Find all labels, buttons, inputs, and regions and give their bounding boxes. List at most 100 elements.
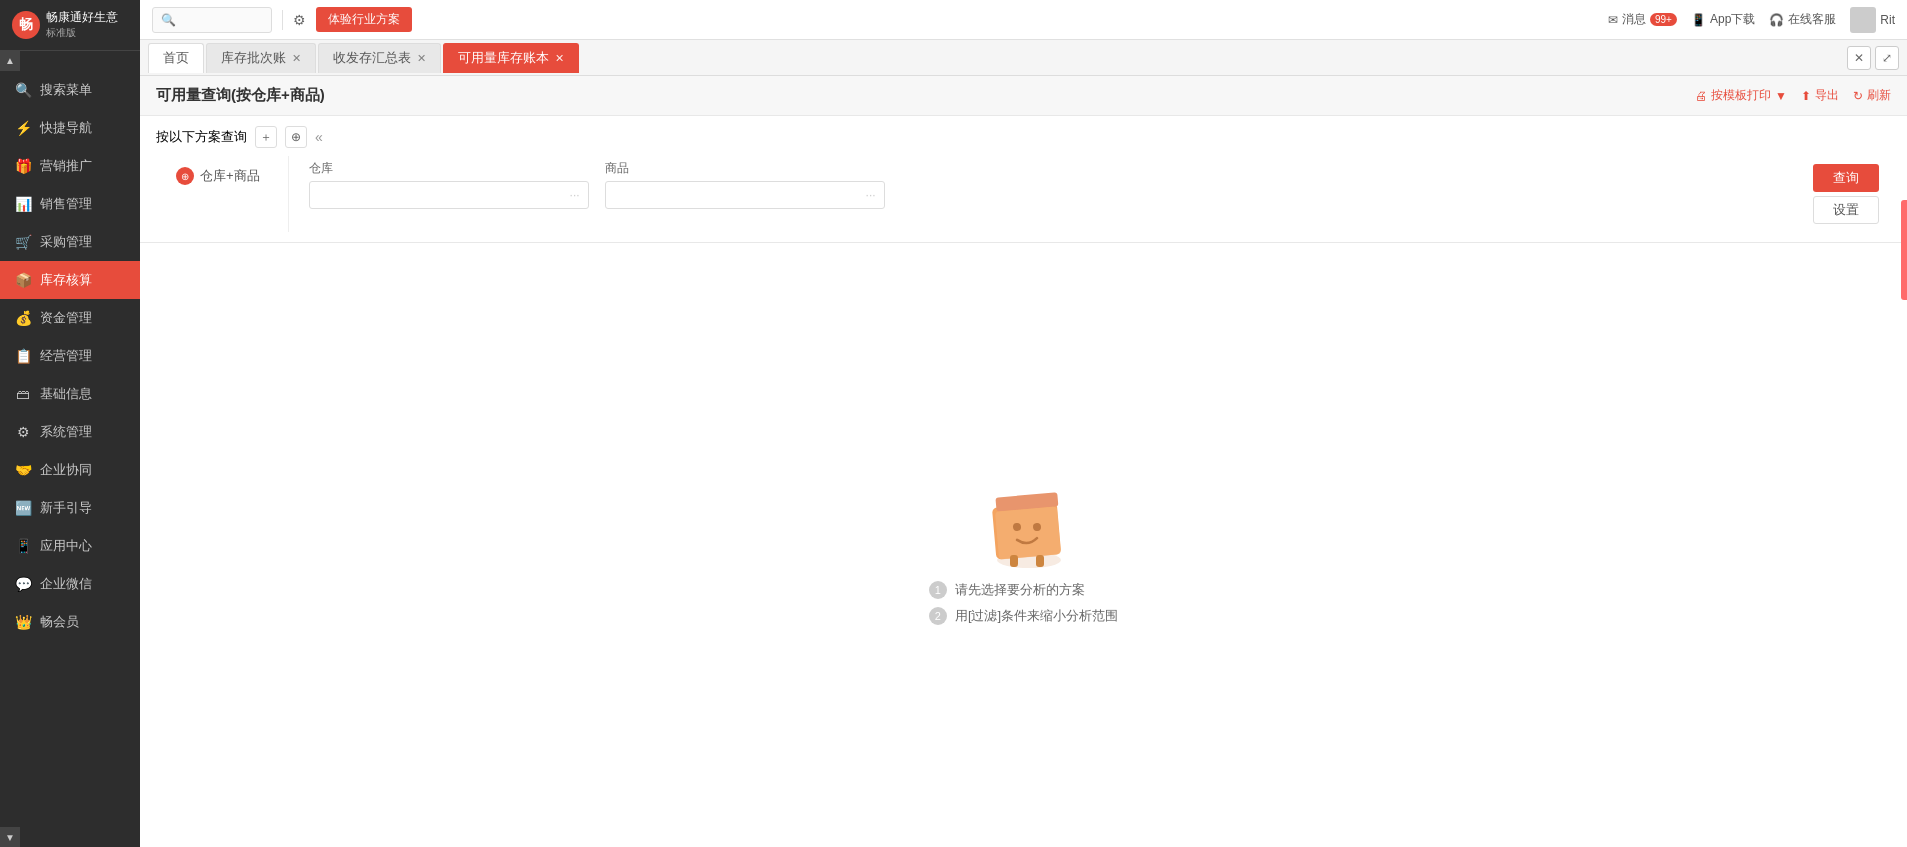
empty-tip-1: 1 请先选择要分析的方案 <box>929 581 1118 599</box>
shortcut-icon: ⚡ <box>14 120 32 136</box>
finance-icon: 💰 <box>14 310 32 326</box>
online-service-item[interactable]: 🎧 在线客服 <box>1769 11 1836 28</box>
scheme-label: 仓库+商品 <box>200 167 260 185</box>
purchase-icon: 🛒 <box>14 234 32 250</box>
message-label: 消息 <box>1622 11 1646 28</box>
app-download-item[interactable]: 📱 App下载 <box>1691 11 1755 28</box>
page-title: 可用量查询(按仓库+商品) <box>156 86 325 105</box>
message-icon: ✉ <box>1608 13 1618 27</box>
sidebar-item-search[interactable]: 🔍 搜索菜单 <box>0 71 140 109</box>
empty-svg <box>974 465 1084 575</box>
tab-receipt-summary-label: 收发存汇总表 <box>333 49 411 67</box>
sidebar-item-purchase[interactable]: 🛒 采购管理 <box>0 223 140 261</box>
sidebar-item-enterprise[interactable]: 🤝 企业协同 <box>0 451 140 489</box>
tip-num-2: 2 <box>929 607 947 625</box>
service-icon: 🎧 <box>1769 13 1784 27</box>
svg-rect-7 <box>1036 555 1044 567</box>
topbar-right-actions: ✉ 消息 99+ 📱 App下载 🎧 在线客服 Rit <box>1608 7 1895 33</box>
sidebar-item-system[interactable]: ⚙ 系统管理 <box>0 413 140 451</box>
inventory-icon: 📦 <box>14 272 32 288</box>
tab-batch-ledger[interactable]: 库存批次账 ✕ <box>206 43 316 73</box>
gear-icon[interactable]: ⚙ <box>293 12 306 28</box>
svg-rect-6 <box>1010 555 1018 567</box>
tab-available-ledger-label: 可用量库存账本 <box>458 49 549 67</box>
query-header: 按以下方案查询 ＋ ⊕ « <box>156 126 1891 148</box>
sidebar: 畅 畅康通好生意 标准版 ▲ 🔍 搜索菜单 ⚡ 快捷导航 🎁 营销推广 <box>0 0 140 847</box>
add-scheme-button[interactable]: ＋ <box>255 126 277 148</box>
tip-num-1: 1 <box>929 581 947 599</box>
scroll-up-btn[interactable]: ▲ <box>0 51 20 71</box>
product-more-icon[interactable]: ··· <box>866 188 876 202</box>
logo-icon: 畅 <box>12 11 40 39</box>
refresh-icon: ↻ <box>1853 89 1863 103</box>
query-header-label: 按以下方案查询 <box>156 128 247 146</box>
sidebar-item-finance[interactable]: 💰 资金管理 <box>0 299 140 337</box>
tab-available-ledger[interactable]: 可用量库存账本 ✕ <box>443 43 579 73</box>
sidebar-item-basic[interactable]: 🗃 基础信息 <box>0 375 140 413</box>
message-badge: 99+ <box>1650 13 1677 26</box>
tab-batch-ledger-label: 库存批次账 <box>221 49 286 67</box>
scroll-down-btn[interactable]: ▼ <box>0 827 20 847</box>
scheme-item-warehouse-product[interactable]: ⊕ 仓库+商品 <box>168 162 268 190</box>
warehouse-filter-field: 仓库 ··· <box>309 160 589 209</box>
tab-batch-ledger-close[interactable]: ✕ <box>292 52 301 65</box>
message-item[interactable]: ✉ 消息 99+ <box>1608 11 1677 28</box>
sidebar-item-operations[interactable]: 📋 经营管理 <box>0 337 140 375</box>
svg-rect-3 <box>995 506 1061 559</box>
tab-available-ledger-close[interactable]: ✕ <box>555 52 564 65</box>
warehouse-more-icon[interactable]: ··· <box>570 188 580 202</box>
product-input[interactable] <box>614 188 862 202</box>
empty-state: 1 请先选择要分析的方案 2 用[过滤]条件来缩小分析范围 <box>140 243 1907 847</box>
tab-right-buttons: ✕ ⤢ <box>1847 46 1899 70</box>
promo-button[interactable]: 体验行业方案 <box>316 7 412 32</box>
topbar-search-box[interactable]: 🔍 <box>152 7 272 33</box>
settings-button[interactable]: 设置 <box>1813 196 1879 224</box>
query-right-panel: 仓库 ··· 商品 ··· <box>297 156 1891 232</box>
export-icon: ⬆ <box>1801 89 1811 103</box>
tab-home[interactable]: 首页 <box>148 43 204 73</box>
operations-icon: 📋 <box>14 348 32 364</box>
sidebar-item-inventory[interactable]: 📦 库存核算 <box>0 261 140 299</box>
expand-tab-button[interactable]: ⤢ <box>1875 46 1899 70</box>
query-button-area: 查询 设置 <box>1813 160 1879 228</box>
sidebar-item-appcenter[interactable]: 📱 应用中心 <box>0 527 140 565</box>
query-filters: ⊕ 仓库+商品 仓库 ··· <box>156 156 1891 232</box>
warehouse-input[interactable] <box>318 188 566 202</box>
tabbar: 首页 库存批次账 ✕ 收发存汇总表 ✕ 可用量库存账本 ✕ ✕ ⤢ <box>140 40 1907 76</box>
query-button[interactable]: 查询 <box>1813 164 1879 192</box>
app-download-icon: 📱 <box>1691 13 1706 27</box>
sidebar-item-wechat[interactable]: 💬 企业微信 <box>0 565 140 603</box>
search-input[interactable] <box>176 13 256 27</box>
tab-receipt-summary[interactable]: 收发存汇总表 ✕ <box>318 43 441 73</box>
sidebar-item-guide[interactable]: 🆕 新手引导 <box>0 489 140 527</box>
sidebar-item-sales[interactable]: 📊 销售管理 <box>0 185 140 223</box>
sidebar-item-marketing[interactable]: 🎁 营销推广 <box>0 147 140 185</box>
topbar: 🔍 ⚙ 体验行业方案 ✉ 消息 99+ 📱 App下载 🎧 在线客 <box>140 0 1907 40</box>
tab-receipt-summary-close[interactable]: ✕ <box>417 52 426 65</box>
product-filter-field: 商品 ··· <box>605 160 885 209</box>
print-dropdown-icon[interactable]: ▼ <box>1775 89 1787 103</box>
app-logo: 畅 畅康通好生意 标准版 <box>12 10 128 40</box>
search-icon: 🔍 <box>14 82 32 98</box>
product-filter-input-wrapper: ··· <box>605 181 885 209</box>
warehouse-filter-input-wrapper: ··· <box>309 181 589 209</box>
right-edge-indicator <box>1901 200 1907 300</box>
search-icon: 🔍 <box>161 13 176 27</box>
online-service-label: 在线客服 <box>1788 11 1836 28</box>
manage-scheme-button[interactable]: ⊕ <box>285 126 307 148</box>
user-avatar-area[interactable]: Rit <box>1850 7 1895 33</box>
refresh-action[interactable]: ↻ 刷新 <box>1853 87 1891 104</box>
app-name-block: 畅康通好生意 标准版 <box>46 10 118 40</box>
close-all-tabs-button[interactable]: ✕ <box>1847 46 1871 70</box>
tip-text-1: 请先选择要分析的方案 <box>955 581 1085 599</box>
empty-tip-2: 2 用[过滤]条件来缩小分析范围 <box>929 607 1118 625</box>
scheme-icon: ⊕ <box>176 167 194 185</box>
sidebar-item-member[interactable]: 👑 畅会员 <box>0 603 140 641</box>
export-action[interactable]: ⬆ 导出 <box>1801 87 1839 104</box>
collapse-query-button[interactable]: « <box>315 129 323 145</box>
sidebar-menu: 🔍 搜索菜单 ⚡ 快捷导航 🎁 营销推广 📊 销售管理 🛒 采购管理 📦 <box>0 71 140 827</box>
sidebar-item-shortcut[interactable]: ⚡ 快捷导航 <box>0 109 140 147</box>
query-scheme-panel: ⊕ 仓库+商品 <box>156 156 280 196</box>
member-icon: 👑 <box>14 614 32 630</box>
print-action[interactable]: 🖨 按模板打印 ▼ <box>1695 87 1787 104</box>
